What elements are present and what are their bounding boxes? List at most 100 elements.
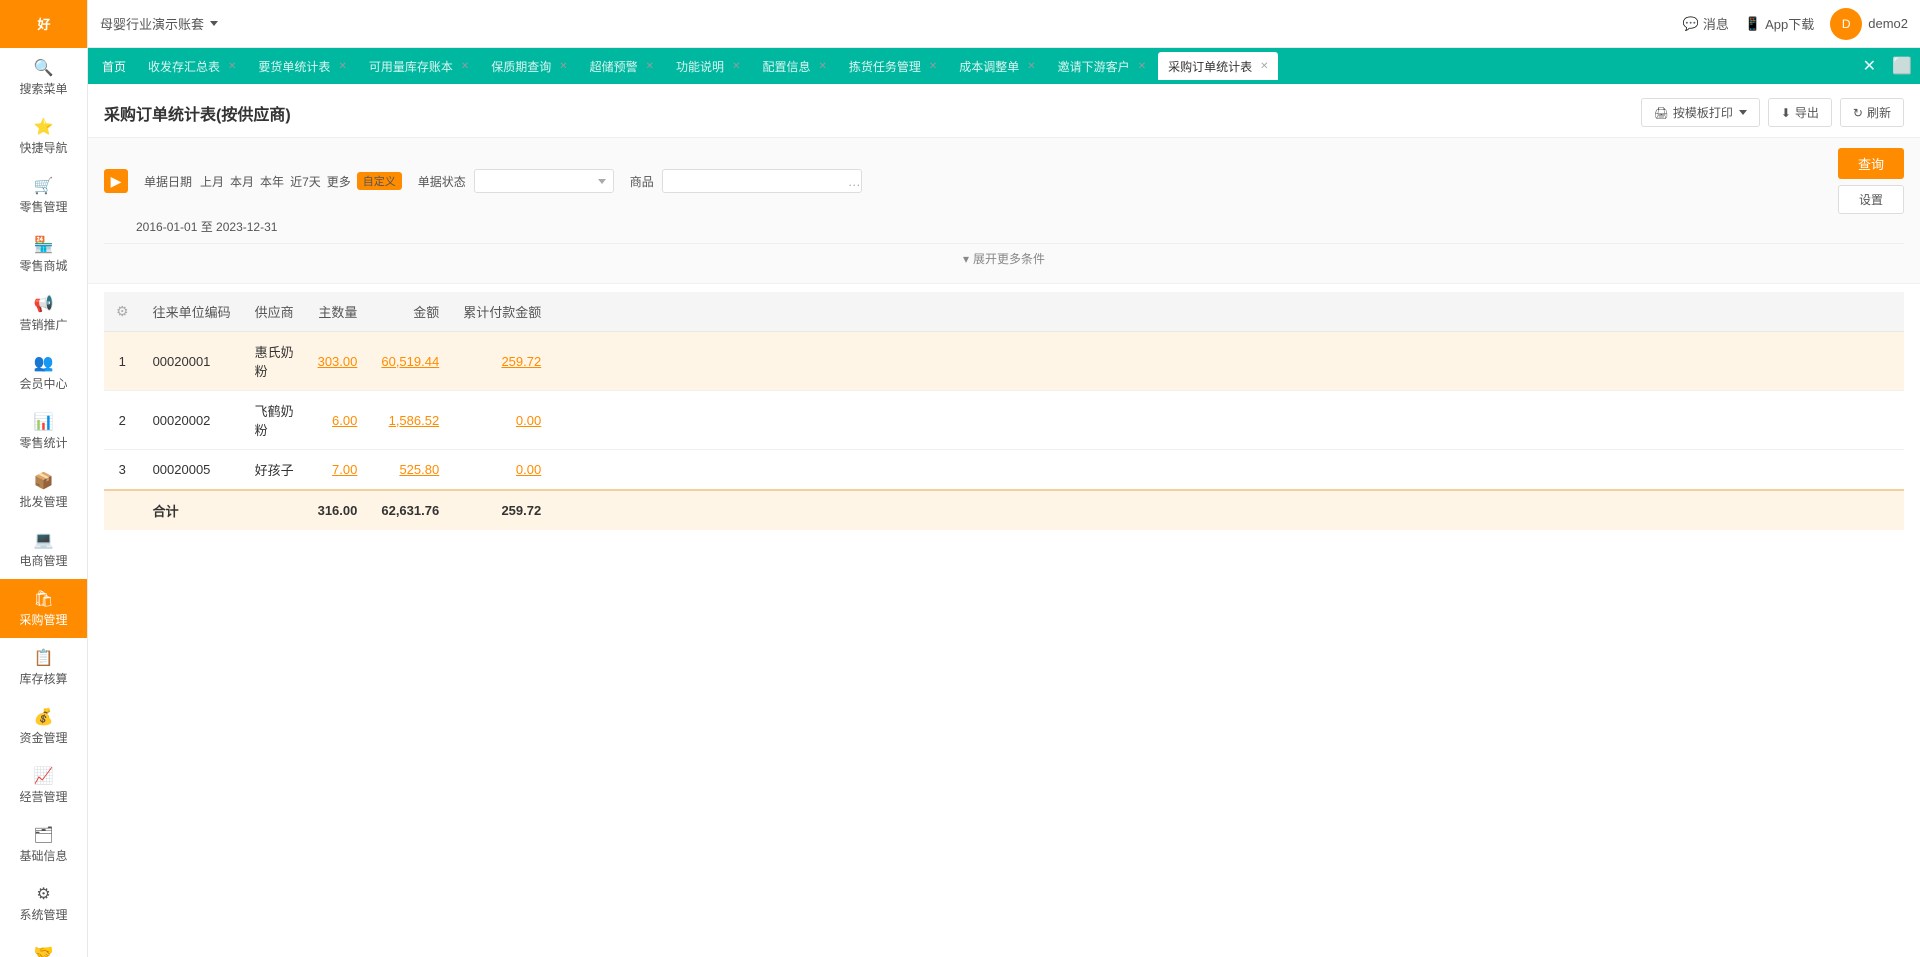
workspace-selector[interactable]: 母婴行业演示账套 xyxy=(100,14,218,33)
row-amount-2[interactable]: 525.80 xyxy=(369,450,451,491)
sidebar-item-retail_mall[interactable]: 🏪 零售商城 xyxy=(0,225,87,284)
tab-close-invite_downstream[interactable]: ✕ xyxy=(1138,61,1146,72)
goods-ellipsis-btn[interactable]: … xyxy=(848,174,861,189)
app-download-label: App下载 xyxy=(1765,14,1814,33)
sidebar-item-purchase[interactable]: 🛍 采购管理 xyxy=(0,579,87,638)
app-download-btn[interactable]: 📱 App下载 xyxy=(1745,14,1814,33)
tab-close-config_info[interactable]: ✕ xyxy=(818,61,826,72)
tab-receive_summary[interactable]: 收发存汇总表 ✕ xyxy=(138,52,246,80)
sidebar-item-enterprise[interactable]: 🤝 企业协同 xyxy=(0,933,87,957)
tab-warranty_query[interactable]: 保质期查询✕ xyxy=(481,52,577,80)
tab-order_summary[interactable]: 要货单统计表 ✕ xyxy=(248,52,356,80)
tab-close-order_summary[interactable]: ✕ xyxy=(338,61,346,72)
sidebar-icon-retail: 🛒 xyxy=(34,176,54,196)
workspace-chevron-icon xyxy=(210,21,218,26)
close-tab-icon[interactable]: ✕ xyxy=(1859,56,1880,76)
sidebar-item-retail[interactable]: 🛒 零售管理 xyxy=(0,166,87,225)
footer-amount: 62,631.76 xyxy=(369,490,451,530)
tab-close-available_stock[interactable]: ✕ xyxy=(461,61,469,72)
tab-invite_downstream[interactable]: 邀请下游客户✕ xyxy=(1048,52,1156,80)
sidebar-item-inventory[interactable]: 📋 库存核算 xyxy=(0,638,87,697)
sidebar-item-ecommerce[interactable]: 💻 电商管理 xyxy=(0,520,87,579)
tab-close-cost_adjust[interactable]: ✕ xyxy=(1027,61,1035,72)
tab-function_desc[interactable]: 功能说明✕ xyxy=(666,52,750,80)
row-paid-amount-2[interactable]: 0.00 xyxy=(451,450,553,491)
sidebar-icon-enterprise: 🤝 xyxy=(34,943,54,957)
sidebar-item-operations[interactable]: 📈 经营管理 xyxy=(0,756,87,815)
tab-available_stock[interactable]: 可用量库存账本✕ xyxy=(359,52,479,80)
sidebar-item-wholesale[interactable]: 📦 批发管理 xyxy=(0,461,87,520)
query-btn-wrap: 查询 设置 xyxy=(1838,148,1904,214)
tab-label-order_summary: 要货单统计表 xyxy=(258,58,330,75)
tab-cost_adjust[interactable]: 成本调整单✕ xyxy=(949,52,1045,80)
settings-gear-icon[interactable]: ⚙ xyxy=(116,303,129,319)
sidebar-icon-retail_mall: 🏪 xyxy=(34,235,54,255)
sidebar-item-system[interactable]: ⚙ 系统管理 xyxy=(0,874,87,933)
sidebar-item-finance[interactable]: 💰 资金管理 xyxy=(0,697,87,756)
row-no-0: 1 xyxy=(104,332,141,391)
tab-overstock_warning[interactable]: 超储预警✕ xyxy=(580,52,664,80)
restore-tab-icon[interactable]: ⬜ xyxy=(1888,56,1916,76)
query-button[interactable]: 查询 xyxy=(1838,148,1904,179)
tab-close-overstock_warning[interactable]: ✕ xyxy=(646,61,654,72)
custom-date-tag[interactable]: 自定义 xyxy=(357,172,402,190)
tab-close-purchase_summary[interactable]: ✕ xyxy=(1260,61,1268,72)
tab-label-receive_summary: 收发存汇总表 xyxy=(148,58,220,75)
row-main-qty-2[interactable]: 7.00 xyxy=(306,450,370,491)
row-no-2: 3 xyxy=(104,450,141,491)
table-header-row: ⚙ 往来单位编码 供应商 主数量 金额 累计付款金额 xyxy=(104,292,1904,332)
row-main-qty-0[interactable]: 303.00 xyxy=(306,332,370,391)
tab-bar-actions: ✕ ⬜ xyxy=(1859,56,1916,76)
row-amount-1[interactable]: 1,586.52 xyxy=(369,391,451,450)
sidebar-icon-operations: 📈 xyxy=(34,766,54,786)
footer-main-qty: 316.00 xyxy=(306,490,370,530)
page-header: 采购订单统计表(按供应商) 🖨 按模板打印 ⬇ 导出 ↻ 刷新 xyxy=(88,84,1920,138)
sidebar-item-member[interactable]: 👥 会员中心 xyxy=(0,343,87,402)
tab-label-purchase_summary: 采购订单统计表 xyxy=(1168,58,1252,75)
message-btn[interactable]: 💬 消息 xyxy=(1683,14,1729,33)
shortcut-last-month[interactable]: 上月 xyxy=(200,173,224,190)
tab-close-receive_summary[interactable]: ✕ xyxy=(228,61,236,72)
filter-row: ▶ 单据日期 上月 本月 本年 近7天 更多 自定义 单据状态 xyxy=(104,148,1904,214)
user-section[interactable]: D demo2 xyxy=(1830,8,1908,40)
tab-close-pick_task[interactable]: ✕ xyxy=(929,61,937,72)
data-table: ⚙ 往来单位编码 供应商 主数量 金额 累计付款金额 1 00020001 惠氏… xyxy=(104,292,1904,530)
export-button[interactable]: ⬇ 导出 xyxy=(1768,98,1832,127)
row-paid-amount-0[interactable]: 259.72 xyxy=(451,332,553,391)
tab-close-function_desc[interactable]: ✕ xyxy=(732,61,740,72)
tab-close-warranty_query[interactable]: ✕ xyxy=(559,61,567,72)
settings-button[interactable]: 设置 xyxy=(1838,185,1904,214)
date-filter-label: 单据日期 xyxy=(144,173,192,190)
sidebar-item-search[interactable]: 🔍 搜索菜单 xyxy=(0,48,87,107)
col-supplier-code: 往来单位编码 xyxy=(141,292,243,332)
sidebar-item-shortcut[interactable]: ⭐ 快捷导航 xyxy=(0,107,87,166)
sidebar-item-marketing[interactable]: 📢 营销推广 xyxy=(0,284,87,343)
sidebar-item-retail_stats[interactable]: 📊 零售统计 xyxy=(0,402,87,461)
workspace-name: 母婴行业演示账套 xyxy=(100,14,204,33)
row-supplier-code-1: 00020002 xyxy=(141,391,243,450)
row-main-qty-1[interactable]: 6.00 xyxy=(306,391,370,450)
refresh-button[interactable]: ↻ 刷新 xyxy=(1840,98,1904,127)
shortcut-this-year[interactable]: 本年 xyxy=(260,173,284,190)
row-amount-0[interactable]: 60,519.44 xyxy=(369,332,451,391)
goods-input[interactable] xyxy=(662,169,862,193)
date-shortcuts: 上月 本月 本年 近7天 更多 自定义 xyxy=(200,172,402,190)
filter-toggle-button[interactable]: ▶ xyxy=(104,169,128,193)
shortcut-last-7-days[interactable]: 近7天 xyxy=(290,173,321,190)
col-amount: 金额 xyxy=(369,292,451,332)
date-range-text: 2016-01-01 至 2023-12-31 xyxy=(136,220,277,234)
avatar[interactable]: D xyxy=(1830,8,1862,40)
template-print-button[interactable]: 🖨 按模板打印 xyxy=(1641,98,1760,127)
tab-pick_task[interactable]: 拣货任务管理✕ xyxy=(839,52,947,80)
sidebar-item-basic_info[interactable]: 🗂 基础信息 xyxy=(0,815,87,874)
tab-config_info[interactable]: 配置信息✕ xyxy=(752,52,836,80)
col-settings[interactable]: ⚙ xyxy=(104,292,141,332)
shortcut-this-month[interactable]: 本月 xyxy=(230,173,254,190)
row-paid-amount-1[interactable]: 0.00 xyxy=(451,391,553,450)
tab-home[interactable]: 首页 xyxy=(92,52,136,80)
tab-purchase_summary[interactable]: 采购订单统计表 ✕ xyxy=(1158,52,1278,80)
expand-more-button[interactable]: ▾ 展开更多条件 xyxy=(104,243,1904,273)
status-select[interactable] xyxy=(474,169,614,193)
table-row: 3 00020005 好孩子 7.00 525.80 0.00 xyxy=(104,450,1904,491)
shortcut-more[interactable]: 更多 xyxy=(327,173,351,190)
